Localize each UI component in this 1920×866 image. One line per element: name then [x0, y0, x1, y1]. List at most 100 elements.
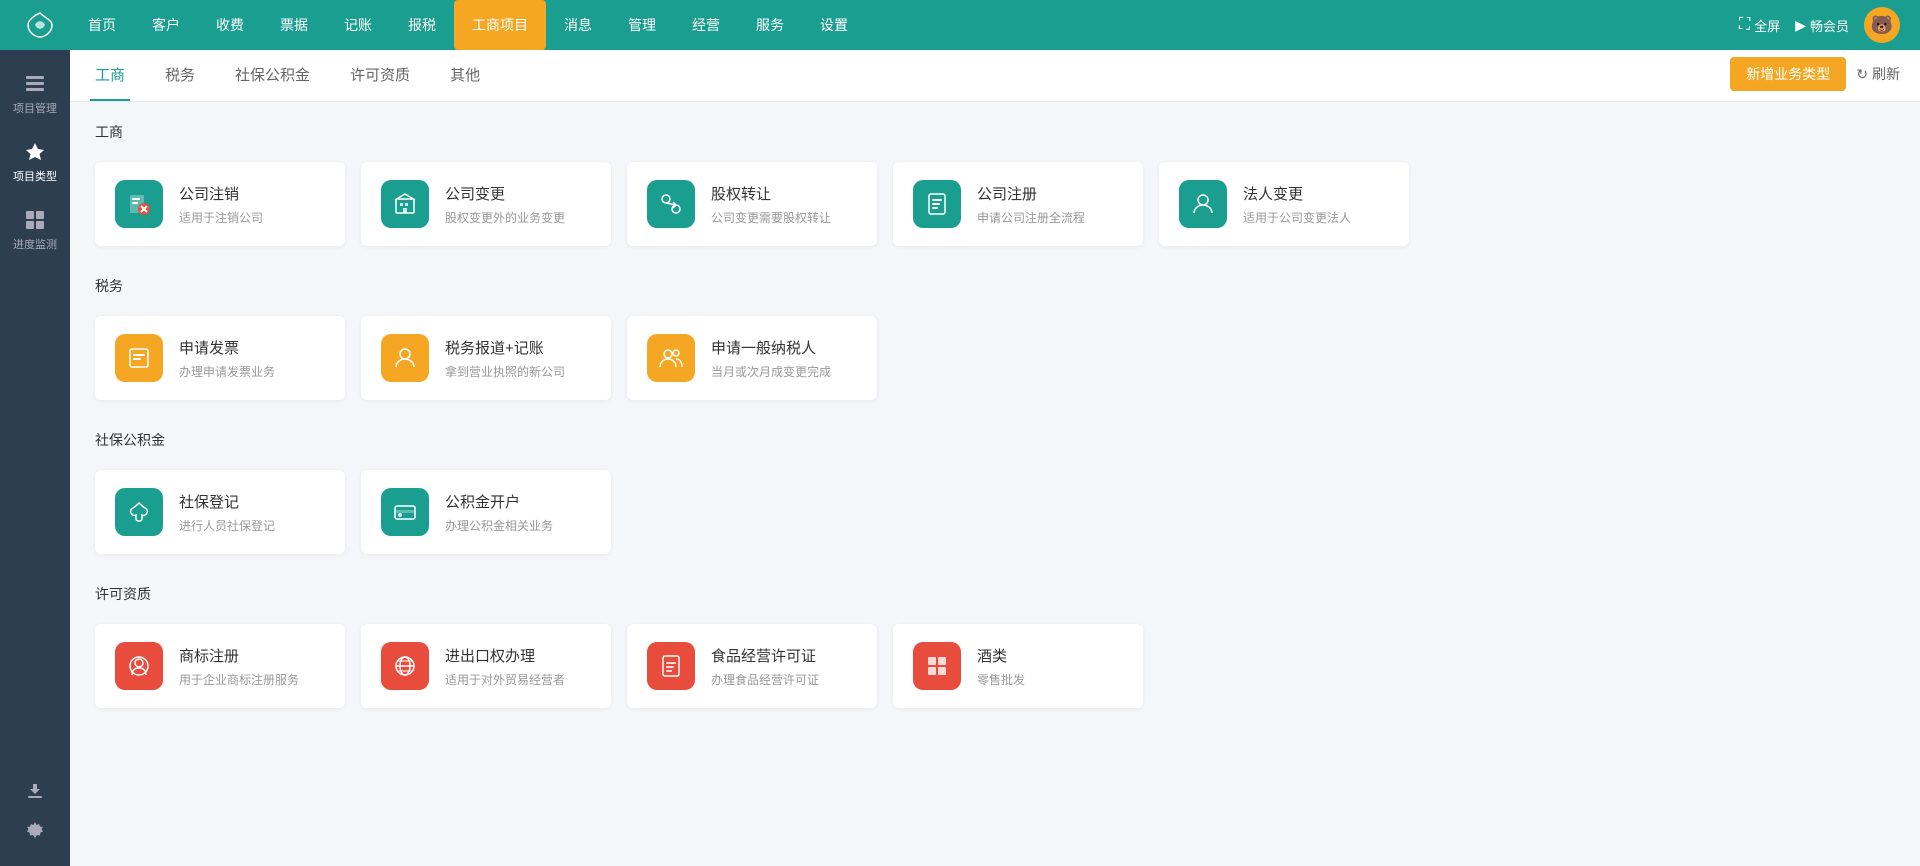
sidebar: 项目管理 项目类型 进度监测 [0, 50, 70, 866]
settings-icon[interactable] [0, 811, 70, 851]
nav-right: ⛶ 全屏 ▶ 畅会员 🐻 [1739, 7, 1920, 43]
card-公司注册[interactable]: 公司注册申请公司注册全流程 [893, 162, 1143, 246]
top-nav: 首页客户收费票据记账报税工商项目消息管理经营服务设置 ⛶ 全屏 ▶ 畅会员 🐻 [0, 0, 1920, 50]
card-desc: 当月或次月成变更完成 [711, 363, 831, 380]
card-icon-食品经营许可证 [647, 642, 695, 690]
card-icon-公积金开户 [381, 488, 429, 536]
card-desc: 办理食品经营许可证 [711, 671, 819, 688]
nav-item-工商项目[interactable]: 工商项目 [454, 0, 546, 50]
cards-grid-税务: 申请发票办理申请发票业务 税务报道+记账拿到营业执照的新公司 申请一般纳税人当月或次… [95, 316, 1895, 400]
card-desc: 进行人员社保登记 [179, 517, 275, 534]
card-text-社保登记: 社保登记进行人员社保登记 [179, 491, 275, 534]
main-layout: 项目管理 项目类型 进度监测 工商税务社保公积金许可资质其他 新增业务类型 ↻ … [0, 50, 1920, 866]
nav-item-管理[interactable]: 管理 [610, 0, 674, 50]
main-content: 工商公司注销适用于注销公司公司变更股权变更外的业务变更 股权转让公司变更需要股权转… [70, 102, 1920, 866]
nav-item-经营[interactable]: 经营 [674, 0, 738, 50]
card-desc: 办理申请发票业务 [179, 363, 275, 380]
card-text-酒类: 酒类零售批发 [977, 645, 1025, 688]
card-title: 股权转让 [711, 183, 831, 204]
sub-tab-许可资质[interactable]: 许可资质 [345, 64, 415, 101]
card-desc: 办理公积金相关业务 [445, 517, 553, 534]
sub-tabs-right: 新增业务类型 ↻ 刷新 [1730, 57, 1900, 101]
nav-item-服务[interactable]: 服务 [738, 0, 802, 50]
card-icon-申请一般纳税人 [647, 334, 695, 382]
card-desc: 公司变更需要股权转让 [711, 209, 831, 226]
sidebar-item-项目类型[interactable]: 项目类型 [0, 128, 70, 196]
card-title: 进出口权办理 [445, 645, 565, 666]
avatar[interactable]: 🐻 [1864, 7, 1900, 43]
card-desc: 零售批发 [977, 671, 1025, 688]
card-title: 社保登记 [179, 491, 275, 512]
nav-item-记账[interactable]: 记账 [326, 0, 390, 50]
cards-grid-工商: 公司注销适用于注销公司公司变更股权变更外的业务变更股权转让公司变更需要股权转让公… [95, 162, 1895, 246]
section-title-许可资质: 许可资质 [95, 584, 1895, 604]
sub-tab-工商[interactable]: 工商 [90, 64, 130, 101]
card-酒类[interactable]: 酒类零售批发 [893, 624, 1143, 708]
nav-item-票据[interactable]: 票据 [262, 0, 326, 50]
card-税务报道+记账[interactable]: 税务报道+记账拿到营业执照的新公司 [361, 316, 611, 400]
sidebar-icon [23, 208, 47, 232]
refresh-icon: ↻ [1856, 66, 1868, 83]
card-法人变更[interactable]: 法人变更适用于公司变更法人 [1159, 162, 1409, 246]
card-desc: 申请公司注册全流程 [977, 209, 1085, 226]
nav-item-收费[interactable]: 收费 [198, 0, 262, 50]
card-icon-进出口权办理 [381, 642, 429, 690]
card-desc: 适用于注销公司 [179, 209, 263, 226]
nav-item-报税[interactable]: 报税 [390, 0, 454, 50]
refresh-button[interactable]: ↻ 刷新 [1856, 64, 1900, 84]
card-icon-法人变更 [1179, 180, 1227, 228]
card-icon-公司变更 [381, 180, 429, 228]
content-area: 工商税务社保公积金许可资质其他 新增业务类型 ↻ 刷新 工商公司注销适用于注销公… [70, 50, 1920, 866]
card-text-申请发票: 申请发票办理申请发票业务 [179, 337, 275, 380]
section-title-工商: 工商 [95, 122, 1895, 142]
sub-tab-社保公积金[interactable]: 社保公积金 [230, 64, 315, 101]
card-text-法人变更: 法人变更适用于公司变更法人 [1243, 183, 1351, 226]
card-title: 食品经营许可证 [711, 645, 819, 666]
card-text-食品经营许可证: 食品经营许可证办理食品经营许可证 [711, 645, 819, 688]
card-申请发票[interactable]: 申请发票办理申请发票业务 [95, 316, 345, 400]
card-公积金开户[interactable]: 公积金开户办理公积金相关业务 [361, 470, 611, 554]
card-icon-股权转让 [647, 180, 695, 228]
card-title: 申请一般纳税人 [711, 337, 831, 358]
card-title: 酒类 [977, 645, 1025, 666]
download-icon[interactable] [0, 771, 70, 811]
card-进出口权办理[interactable]: 进出口权办理适用于对外贸易经营者 [361, 624, 611, 708]
sub-tab-税务[interactable]: 税务 [160, 64, 200, 101]
sidebar-item-进度监测[interactable]: 进度监测 [0, 196, 70, 264]
card-公司注销[interactable]: 公司注销适用于注销公司 [95, 162, 345, 246]
vip-btn[interactable]: ▶ 畅会员 [1795, 16, 1849, 35]
sidebar-bottom [0, 771, 70, 866]
section-title-税务: 税务 [95, 276, 1895, 296]
fullscreen-btn[interactable]: ⛶ 全屏 [1739, 16, 1780, 35]
card-申请一般纳税人[interactable]: 申请一般纳税人当月或次月成变更完成 [627, 316, 877, 400]
sidebar-item-项目管理[interactable]: 项目管理 [0, 60, 70, 128]
card-text-股权转让: 股权转让公司变更需要股权转让 [711, 183, 831, 226]
cards-grid-社保公积金: 社保登记进行人员社保登记 公积金开户办理公积金相关业务 [95, 470, 1895, 554]
card-社保登记[interactable]: 社保登记进行人员社保登记 [95, 470, 345, 554]
card-desc: 股权变更外的业务变更 [445, 209, 565, 226]
card-text-商标注册: 商标注册用于企业商标注册服务 [179, 645, 299, 688]
sub-tabs: 工商税务社保公积金许可资质其他 新增业务类型 ↻ 刷新 [70, 50, 1920, 102]
card-title: 公积金开户 [445, 491, 553, 512]
nav-item-首页[interactable]: 首页 [70, 0, 134, 50]
card-text-申请一般纳税人: 申请一般纳税人当月或次月成变更完成 [711, 337, 831, 380]
sub-tab-其他[interactable]: 其他 [445, 64, 485, 101]
add-business-type-button[interactable]: 新增业务类型 [1730, 57, 1846, 91]
card-icon-酒类 [913, 642, 961, 690]
sidebar-label: 进度监测 [13, 236, 57, 252]
sidebar-icon [23, 140, 47, 164]
card-icon-公司注销 [115, 180, 163, 228]
card-icon-公司注册 [913, 180, 961, 228]
card-title: 法人变更 [1243, 183, 1351, 204]
card-公司变更[interactable]: 公司变更股权变更外的业务变更 [361, 162, 611, 246]
card-商标注册[interactable]: 商标注册用于企业商标注册服务 [95, 624, 345, 708]
card-title: 公司注册 [977, 183, 1085, 204]
nav-item-客户[interactable]: 客户 [134, 0, 198, 50]
card-股权转让[interactable]: 股权转让公司变更需要股权转让 [627, 162, 877, 246]
card-食品经营许可证[interactable]: 食品经营许可证办理食品经营许可证 [627, 624, 877, 708]
card-text-税务报道+记账: 税务报道+记账拿到营业执照的新公司 [445, 337, 565, 380]
card-desc: 适用于对外贸易经营者 [445, 671, 565, 688]
nav-item-消息[interactable]: 消息 [546, 0, 610, 50]
nav-item-设置[interactable]: 设置 [802, 0, 866, 50]
card-text-公积金开户: 公积金开户办理公积金相关业务 [445, 491, 553, 534]
